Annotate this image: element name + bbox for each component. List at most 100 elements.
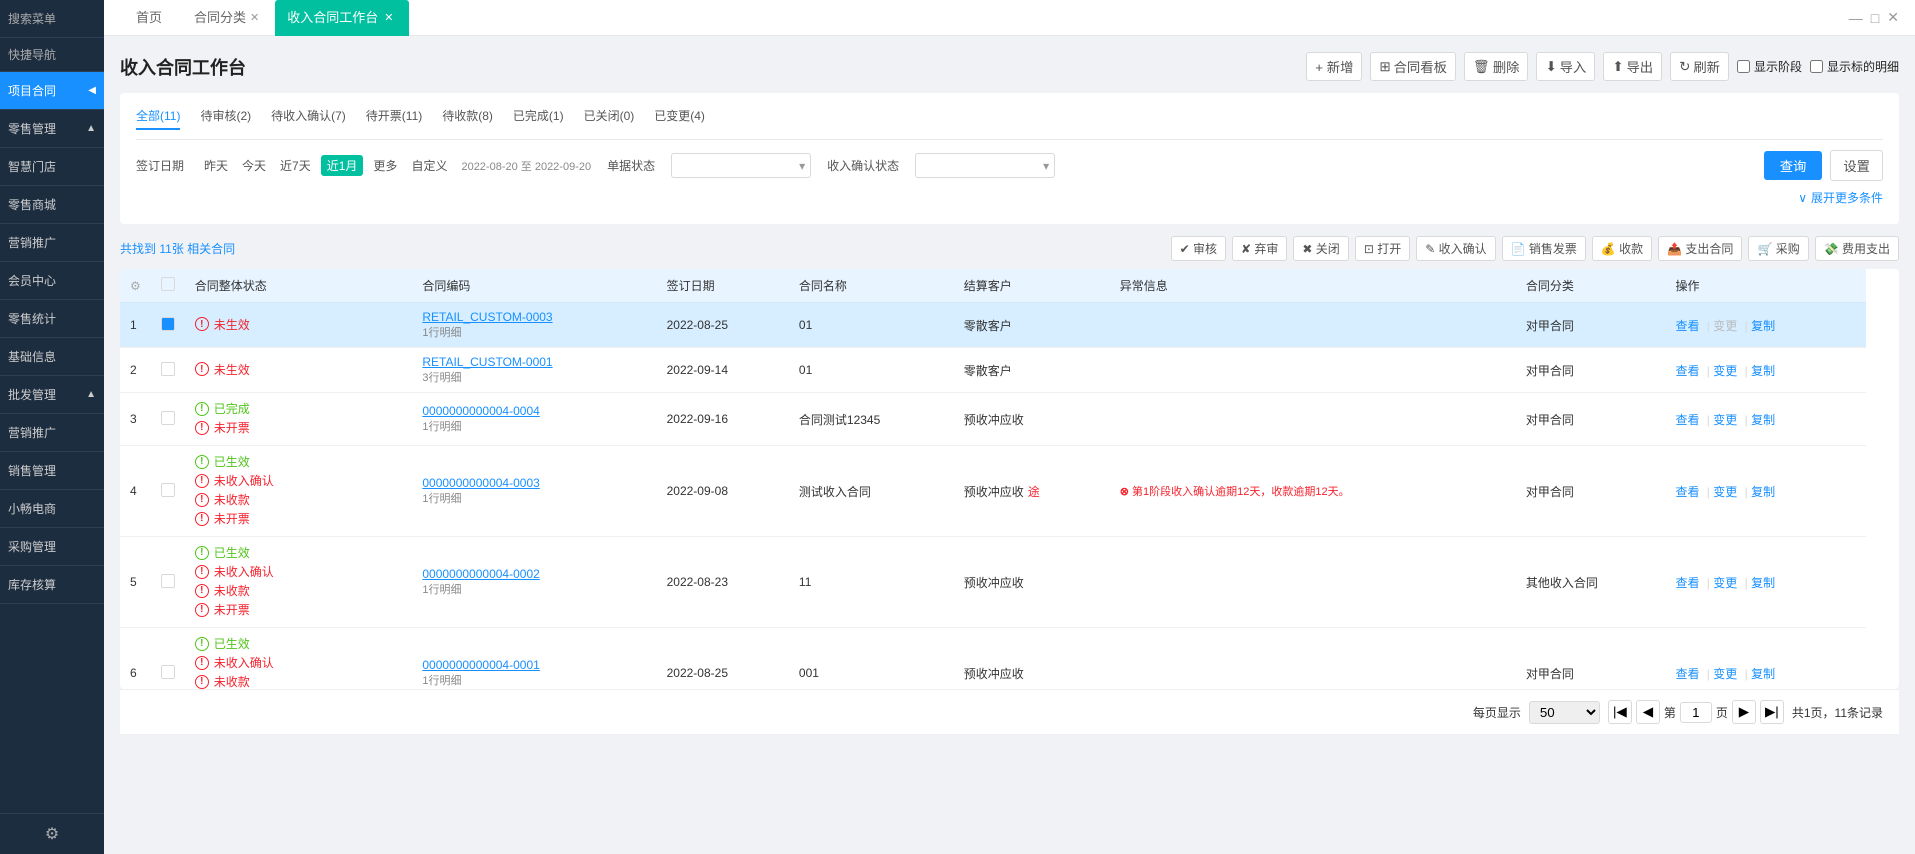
filter-tab-changed[interactable]: 已变更(4) — [654, 103, 705, 130]
contract-code-link[interactable]: 0000000000004-0002 — [422, 567, 539, 581]
show-marks-toggle[interactable]: 显示标的明细 — [1810, 58, 1899, 75]
row-checkbox[interactable] — [161, 574, 175, 588]
action-变更[interactable]: 变更 — [1713, 667, 1737, 681]
show-marks-checkbox[interactable] — [1810, 60, 1823, 73]
page-next-btn[interactable]: ▶ — [1732, 700, 1756, 724]
sidebar-item-xiaochang[interactable]: 小畅电商 — [0, 490, 104, 528]
action-变更[interactable]: 变更 — [1713, 576, 1737, 590]
sidebar-item-retail-stats[interactable]: 零售统计 — [0, 300, 104, 338]
action-查看[interactable]: 查看 — [1675, 667, 1699, 681]
sidebar-item-member[interactable]: 会员中心 — [0, 262, 104, 300]
cell-code[interactable]: 0000000000004-00021行明细 — [412, 537, 656, 628]
filter-tab-completed[interactable]: 已完成(1) — [513, 103, 564, 130]
col-settings[interactable]: ⚙ — [120, 269, 151, 303]
page-prev-btn[interactable]: ◀ — [1636, 700, 1660, 724]
abandon-btn[interactable]: ✘ 弃审 — [1232, 236, 1287, 261]
collection-btn[interactable]: 💰 收款 — [1592, 236, 1652, 261]
date-more[interactable]: 更多 — [369, 155, 401, 176]
sales-invoice-btn[interactable]: 📄 销售发票 — [1502, 236, 1586, 261]
action-变更[interactable]: 变更 — [1713, 485, 1737, 499]
query-button[interactable]: 查询 — [1764, 151, 1823, 180]
close-btn[interactable]: ✖ 关闭 — [1293, 236, 1348, 261]
tab-bar-maximize-icon[interactable]: □ — [1871, 10, 1879, 26]
date-last1month[interactable]: 近1月 — [321, 155, 364, 176]
filter-tab-pending-collection[interactable]: 待收款(8) — [442, 103, 493, 130]
sidebar-quick-nav[interactable]: 快捷导航 — [0, 38, 104, 72]
add-button[interactable]: + 新增 — [1306, 52, 1362, 81]
page-input[interactable] — [1680, 702, 1712, 723]
action-查看[interactable]: 查看 — [1675, 485, 1699, 499]
tab-income-workbench-close[interactable]: ✕ — [384, 0, 393, 36]
row-checkbox[interactable] — [161, 483, 175, 497]
income-confirm-btn[interactable]: ✎ 收入确认 — [1416, 236, 1495, 261]
action-变更[interactable]: 变更 — [1713, 319, 1737, 333]
sidebar-item-sales-mgmt[interactable]: 销售管理 — [0, 452, 104, 490]
show-stages-toggle[interactable]: 显示阶段 — [1737, 58, 1802, 75]
page-last-btn[interactable]: ▶| — [1760, 700, 1784, 724]
date-today[interactable]: 今天 — [238, 155, 270, 176]
income-confirm-select[interactable] — [915, 153, 1055, 178]
cell-code[interactable]: 0000000000004-00031行明细 — [412, 446, 656, 537]
tab-bar-minimize-icon[interactable]: — — [1849, 10, 1863, 26]
open-btn[interactable]: ⊡ 打开 — [1355, 236, 1410, 261]
sidebar-item-purchase[interactable]: 采购管理 — [0, 528, 104, 566]
sidebar-item-wholesale[interactable]: 批发管理 ▲ — [0, 376, 104, 414]
action-查看[interactable]: 查看 — [1675, 413, 1699, 427]
cost-out-btn[interactable]: 💸 费用支出 — [1815, 236, 1899, 261]
sidebar-item-smart-store[interactable]: 智慧门店 — [0, 148, 104, 186]
cell-checkbox[interactable] — [151, 348, 185, 393]
action-复制[interactable]: 复制 — [1751, 485, 1775, 499]
expense-out-btn[interactable]: 📤 支出合同 — [1658, 236, 1742, 261]
filter-tab-pending-review[interactable]: 待审核(2) — [200, 103, 251, 130]
action-复制[interactable]: 复制 — [1751, 576, 1775, 590]
kanban-button[interactable]: ⊞ 合同看板 — [1370, 52, 1455, 81]
action-查看[interactable]: 查看 — [1675, 576, 1699, 590]
filter-tab-closed[interactable]: 已关闭(0) — [584, 103, 635, 130]
doc-status-select[interactable] — [671, 153, 811, 178]
cell-code[interactable]: RETAIL_CUSTOM-00013行明细 — [412, 348, 656, 393]
date-yesterday[interactable]: 昨天 — [200, 155, 232, 176]
purchase-btn[interactable]: 🛒 采购 — [1748, 236, 1808, 261]
cell-code[interactable]: 0000000000004-00011行明细 — [412, 628, 656, 690]
action-复制[interactable]: 复制 — [1751, 319, 1775, 333]
action-复制[interactable]: 复制 — [1751, 413, 1775, 427]
cell-code[interactable]: 0000000000004-00041行明细 — [412, 393, 656, 446]
sidebar-item-marketing[interactable]: 营销推广 — [0, 224, 104, 262]
sidebar-item-retail[interactable]: 零售管理 ▲ — [0, 110, 104, 148]
gear-icon[interactable]: ⚙ — [8, 824, 96, 844]
row-checkbox[interactable] — [161, 317, 175, 331]
cell-checkbox[interactable] — [151, 446, 185, 537]
filter-tab-pending-income[interactable]: 待收入确认(7) — [271, 103, 346, 130]
cell-checkbox[interactable] — [151, 628, 185, 690]
page-first-btn[interactable]: |◀ — [1608, 700, 1632, 724]
date-custom[interactable]: 自定义 — [407, 155, 451, 176]
import-button[interactable]: ⬇ 导入 — [1536, 52, 1595, 81]
row-checkbox[interactable] — [161, 411, 175, 425]
action-查看[interactable]: 查看 — [1675, 319, 1699, 333]
delete-button[interactable]: 🗑 删除 — [1464, 52, 1529, 81]
contract-code-link[interactable]: 0000000000004-0001 — [422, 658, 539, 672]
cell-checkbox[interactable] — [151, 393, 185, 446]
expand-more-btn[interactable]: ∨ 展开更多条件 — [1798, 189, 1883, 206]
filter-tab-all[interactable]: 全部(11) — [136, 103, 180, 130]
action-复制[interactable]: 复制 — [1751, 667, 1775, 681]
cell-code[interactable]: RETAIL_CUSTOM-00031行明细 — [412, 303, 656, 348]
refresh-button[interactable]: ↻ 刷新 — [1670, 52, 1729, 81]
review-btn[interactable]: ✔ 审核 — [1171, 236, 1226, 261]
action-变更[interactable]: 变更 — [1713, 364, 1737, 378]
contract-code-link[interactable]: 0000000000004-0004 — [422, 404, 539, 418]
action-变更[interactable]: 变更 — [1713, 413, 1737, 427]
date-last7[interactable]: 近7天 — [276, 155, 315, 176]
export-button[interactable]: ⬆ 导出 — [1603, 52, 1662, 81]
sidebar-item-retail-mall[interactable]: 零售商城 — [0, 186, 104, 224]
per-page-select[interactable]: 50 100 200 — [1529, 701, 1600, 724]
tab-home[interactable]: 首页 — [120, 0, 178, 36]
action-查看[interactable]: 查看 — [1675, 364, 1699, 378]
sidebar-item-inventory[interactable]: 库存核算 — [0, 566, 104, 604]
show-stages-checkbox[interactable] — [1737, 60, 1750, 73]
contract-code-link[interactable]: 0000000000004-0003 — [422, 476, 539, 490]
col-checkbox[interactable] — [151, 269, 185, 303]
sidebar-search[interactable]: 搜索菜单 — [0, 0, 104, 38]
contract-code-link[interactable]: RETAIL_CUSTOM-0003 — [422, 310, 552, 324]
tab-bar-close-icon[interactable]: ✕ — [1887, 9, 1899, 26]
